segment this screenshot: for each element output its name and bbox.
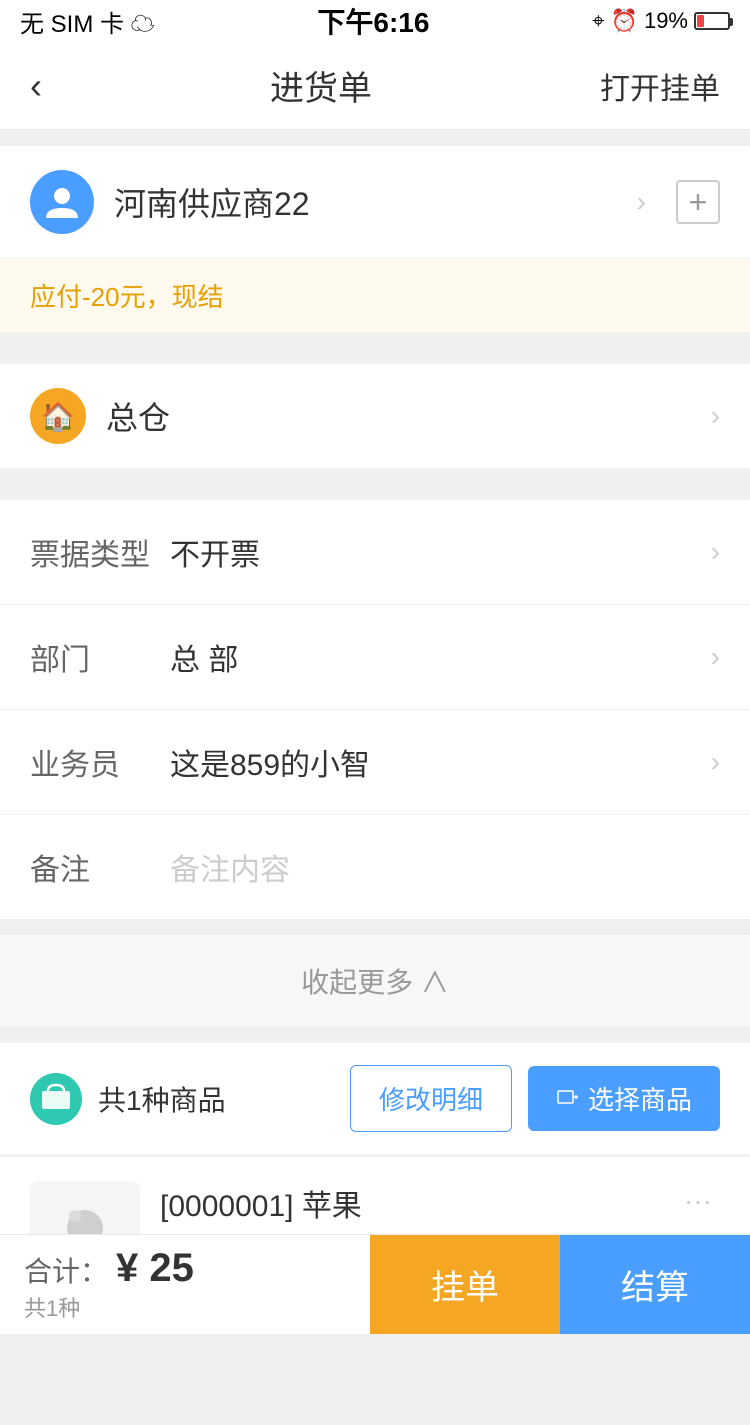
cart-icon: [40, 1083, 72, 1115]
products-icon: [30, 1073, 82, 1125]
status-time: 下午6:16: [317, 1, 429, 41]
spacer-2: [0, 348, 750, 364]
products-count: 共1种商品: [98, 1079, 350, 1119]
warehouse-section: 🏠 总仓 ›: [0, 364, 750, 468]
warehouse-name: 总仓: [106, 393, 711, 439]
supplier-row[interactable]: 河南供应商22 › +: [0, 146, 750, 259]
status-bar: 无 SIM 卡 ☁ 下午6:16 ⌖ ⏰ 19%: [0, 0, 750, 42]
salesperson-label: 业务员: [30, 740, 170, 784]
footer-sub: 共1种: [24, 1291, 346, 1323]
back-button[interactable]: ‹: [30, 65, 42, 107]
total-label: 合计：: [24, 1250, 108, 1290]
location-icon: ⌖: [592, 8, 604, 34]
select-product-icon: [556, 1087, 580, 1111]
ticket-type-row[interactable]: 票据类型 不开票 ›: [0, 500, 750, 605]
credit-notice: 应付-20元，现结: [0, 259, 750, 332]
sim-status: 无 SIM 卡 ☁: [20, 4, 155, 39]
spacer-4: [0, 1027, 750, 1043]
product-more-button[interactable]: ···: [676, 1181, 720, 1221]
products-header: 共1种商品 修改明细 选择商品: [0, 1043, 750, 1155]
department-arrow: ›: [711, 641, 720, 673]
footer-total: 合计： ¥ 25 共1种: [0, 1235, 370, 1334]
salesperson-arrow: ›: [711, 746, 720, 778]
modify-detail-button[interactable]: 修改明细: [350, 1065, 512, 1132]
remark-row[interactable]: 备注 备注内容: [0, 815, 750, 919]
select-product-button[interactable]: 选择商品: [528, 1066, 720, 1131]
open-pending-button[interactable]: 打开挂单: [600, 64, 720, 108]
remark-input[interactable]: 备注内容: [170, 845, 720, 889]
salesperson-value: 这是859的小智: [170, 740, 711, 784]
department-value: 总 部: [170, 635, 711, 679]
salesperson-row[interactable]: 业务员 这是859的小智 ›: [0, 710, 750, 815]
supplier-section: 河南供应商22 › + 应付-20元，现结: [0, 146, 750, 332]
department-row[interactable]: 部门 总 部 ›: [0, 605, 750, 710]
spacer-3: [0, 484, 750, 500]
footer: 合计： ¥ 25 共1种 挂单 结算: [0, 1234, 750, 1334]
collapse-bar[interactable]: 收起更多 ∧: [0, 935, 750, 1027]
warehouse-icon: 🏠: [30, 388, 86, 444]
status-right: ⌖ ⏰ 19%: [592, 8, 730, 34]
product-title: 苹果: [302, 1190, 362, 1223]
warehouse-arrow-icon: ›: [711, 400, 720, 432]
hang-order-button[interactable]: 挂单: [370, 1235, 560, 1334]
product-code: [0000001]: [160, 1190, 293, 1223]
battery-icon: [694, 12, 730, 30]
ticket-type-value: 不开票: [170, 530, 711, 574]
ticket-type-arrow: ›: [711, 536, 720, 568]
status-left: 无 SIM 卡 ☁: [20, 4, 155, 39]
form-section: 票据类型 不开票 › 部门 总 部 › 业务员 这是859的小智 › 备注 备注…: [0, 500, 750, 919]
supplier-avatar: [30, 170, 94, 234]
spacer-1: [0, 130, 750, 146]
supplier-name: 河南供应商22: [114, 179, 637, 225]
page-title: 进货单: [270, 61, 372, 110]
supplier-arrow-icon: ›: [637, 186, 646, 218]
select-product-label: 选择商品: [588, 1080, 692, 1117]
department-label: 部门: [30, 635, 170, 679]
warehouse-row[interactable]: 🏠 总仓 ›: [0, 364, 750, 468]
footer-total-row: 合计： ¥ 25: [24, 1246, 346, 1291]
add-supplier-button[interactable]: +: [676, 180, 720, 224]
checkout-button[interactable]: 结算: [560, 1235, 750, 1334]
person-icon: [44, 184, 80, 220]
alarm-icon: ⏰: [611, 8, 638, 34]
remark-label: 备注: [30, 845, 170, 889]
nav-bar: ‹ 进货单 打开挂单: [0, 42, 750, 130]
battery-percent: 19%: [644, 8, 688, 34]
ticket-type-label: 票据类型: [30, 530, 170, 574]
total-amount: ¥ 25: [116, 1246, 194, 1291]
product-name: [0000001] 苹果: [160, 1181, 676, 1225]
